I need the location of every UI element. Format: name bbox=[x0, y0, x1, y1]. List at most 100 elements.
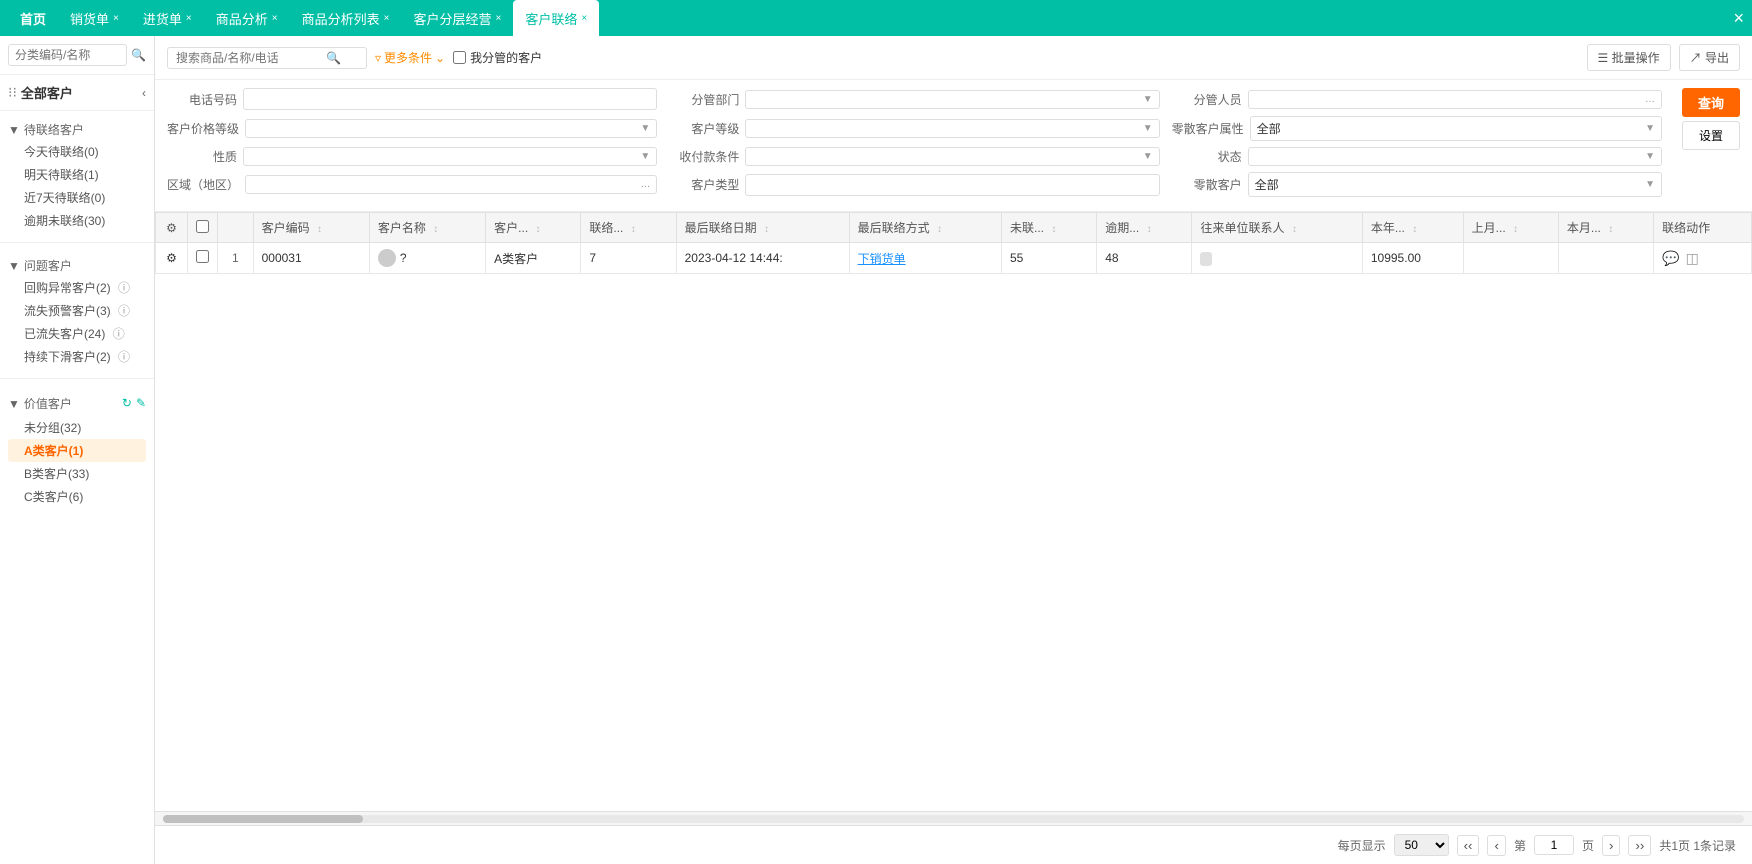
row-code[interactable]: 000031 bbox=[253, 243, 369, 274]
pagination-first-button[interactable]: ‹‹ bbox=[1457, 835, 1480, 856]
refresh-icon[interactable]: ↻ bbox=[122, 396, 132, 410]
scroll-track[interactable] bbox=[163, 815, 1744, 823]
sort-lastcontactmethod-icon[interactable]: ↕ bbox=[937, 224, 942, 235]
filter-region-input[interactable]: … bbox=[245, 175, 657, 194]
nav-productanalysislist[interactable]: 商品分析列表 × bbox=[290, 0, 402, 36]
sidebar-item-repurchase-abnormal[interactable]: 回购异常客户(2) ⓘ bbox=[8, 276, 146, 299]
customertype-input-field[interactable] bbox=[752, 178, 1152, 192]
my-customers-checkbox[interactable] bbox=[453, 51, 466, 64]
filter-customerlevel-select[interactable]: ▼ bbox=[745, 119, 1159, 138]
sidebar-search-icon[interactable]: 🔍 bbox=[131, 48, 146, 62]
sidebar-search-input[interactable] bbox=[8, 44, 127, 66]
sort-overdue-icon[interactable]: ↕ bbox=[1147, 224, 1152, 235]
nav-close-customersegment[interactable]: × bbox=[495, 13, 501, 24]
col-lastcontactmethod[interactable]: 最后联络方式 ↕ bbox=[849, 213, 1001, 243]
row-lastcontactmethod[interactable]: 下销货单 bbox=[849, 243, 1001, 274]
filter-search-icon[interactable]: 🔍 bbox=[326, 51, 341, 65]
col-code[interactable]: 客户编码 ↕ bbox=[253, 213, 369, 243]
filter-status-select[interactable]: ▼ bbox=[1248, 147, 1662, 166]
nav-close-productanalysis[interactable]: × bbox=[272, 13, 278, 24]
nav-close-customercontact[interactable]: × bbox=[581, 13, 587, 24]
filter-search-input[interactable] bbox=[176, 51, 326, 65]
col-thismonth[interactable]: 本月... ↕ bbox=[1558, 213, 1653, 243]
phone-input-field[interactable] bbox=[250, 92, 650, 106]
sort-thismonth-icon[interactable]: ↕ bbox=[1608, 224, 1613, 235]
sidebar-item-aclass[interactable]: A类客户(1) bbox=[8, 439, 146, 462]
filter-payment-select[interactable]: ▼ bbox=[745, 147, 1159, 166]
pending-group-label[interactable]: ▼ 待联络客户 bbox=[8, 117, 146, 140]
sidebar-collapse-button[interactable]: ‹ bbox=[142, 86, 146, 100]
nav-productanalysis[interactable]: 商品分析 × bbox=[204, 0, 290, 36]
filter-phone-input[interactable] bbox=[243, 88, 657, 110]
sidebar-item-churn-warning[interactable]: 流失预警客户(3) ⓘ bbox=[8, 299, 146, 322]
sort-name-icon[interactable]: ↕ bbox=[433, 224, 438, 235]
value-group-label[interactable]: ▼ 价值客户 bbox=[8, 391, 122, 414]
horizontal-scrollbar[interactable] bbox=[155, 811, 1752, 825]
sidebar-item-tomorrow[interactable]: 明天待联络(1) bbox=[8, 163, 146, 186]
settings-button[interactable]: 设置 bbox=[1682, 121, 1740, 150]
qr-icon[interactable]: ◫ bbox=[1686, 250, 1699, 267]
nav-close-productanalysislist[interactable]: × bbox=[384, 13, 390, 24]
chat-icon[interactable]: 💬 bbox=[1662, 250, 1679, 267]
select-all-checkbox[interactable] bbox=[196, 220, 209, 233]
col-level[interactable]: 客户... ↕ bbox=[486, 213, 581, 243]
filter-nature-select[interactable]: ▼ bbox=[243, 147, 657, 166]
sidebar-item-cclass[interactable]: C类客户(6) bbox=[8, 485, 146, 508]
col-lastcontactdate[interactable]: 最后联络日期 ↕ bbox=[676, 213, 849, 243]
problem-group-label[interactable]: ▼ 问题客户 bbox=[8, 253, 146, 276]
sidebar-item-declining[interactable]: 持续下滑客户(2) ⓘ bbox=[8, 345, 146, 368]
sort-level-icon[interactable]: ↕ bbox=[536, 224, 541, 235]
pagination-prev-button[interactable]: ‹ bbox=[1487, 835, 1505, 856]
nav-customersegment[interactable]: 客户分层经营 × bbox=[401, 0, 513, 36]
nav-close-salesorder[interactable]: × bbox=[113, 13, 119, 24]
row-checkbox-cell[interactable] bbox=[188, 243, 218, 274]
filter-pricelevel-select[interactable]: ▼ bbox=[245, 119, 657, 138]
query-button[interactable]: 查询 bbox=[1682, 88, 1740, 117]
sidebar-item-unclassified[interactable]: 未分组(32) bbox=[8, 416, 146, 439]
sort-thisyear-icon[interactable]: ↕ bbox=[1412, 224, 1417, 235]
batch-op-button[interactable]: ☰ 批量操作 bbox=[1587, 44, 1671, 71]
row-settings[interactable]: ⚙ bbox=[156, 243, 188, 274]
my-customers-filter[interactable]: 我分管的客户 bbox=[453, 49, 542, 66]
sort-lastmonth-icon[interactable]: ↕ bbox=[1513, 224, 1518, 235]
sort-contactcount-icon[interactable]: ↕ bbox=[631, 224, 636, 235]
sidebar-item-overdue[interactable]: 逾期未联络(30) bbox=[8, 209, 146, 232]
filter-retailcust-select[interactable]: 全部 ▼ bbox=[1248, 172, 1662, 197]
add-icon[interactable]: ✎ bbox=[136, 396, 146, 410]
nav-salesorder[interactable]: 销货单 × bbox=[58, 0, 131, 36]
nav-close-purchaseorder[interactable]: × bbox=[186, 13, 192, 24]
sort-notcontacted-icon[interactable]: ↕ bbox=[1051, 224, 1056, 235]
close-all-button[interactable]: × bbox=[1733, 8, 1744, 29]
pagination-last-button[interactable]: ›› bbox=[1628, 835, 1651, 856]
nav-home[interactable]: 首页 bbox=[8, 0, 58, 36]
col-lastmonth[interactable]: 上月... ↕ bbox=[1463, 213, 1558, 243]
filter-dept-select[interactable]: ▼ bbox=[745, 90, 1159, 109]
col-contactcount[interactable]: 联络... ↕ bbox=[581, 213, 676, 243]
more-conditions-button[interactable]: ▿ 更多条件 ⌄ bbox=[375, 49, 445, 66]
filter-person-input[interactable]: … bbox=[1248, 90, 1662, 109]
sidebar-item-churned[interactable]: 已流失客户(24) ⓘ bbox=[8, 322, 146, 345]
per-page-select[interactable]: 50 100 bbox=[1394, 834, 1449, 856]
scroll-thumb[interactable] bbox=[163, 815, 363, 823]
col-overdue[interactable]: 逾期... ↕ bbox=[1097, 213, 1192, 243]
sidebar-item-bclass[interactable]: B类客户(33) bbox=[8, 462, 146, 485]
sidebar-item-7days[interactable]: 近7天待联络(0) bbox=[8, 186, 146, 209]
pagination-next-button[interactable]: › bbox=[1602, 835, 1620, 856]
sort-contactperson-icon[interactable]: ↕ bbox=[1292, 224, 1297, 235]
col-name[interactable]: 客户名称 ↕ bbox=[369, 213, 485, 243]
sidebar-item-today[interactable]: 今天待联络(0) bbox=[8, 140, 146, 163]
last-contact-link[interactable]: 下销货单 bbox=[858, 252, 906, 266]
row-checkbox[interactable] bbox=[196, 250, 209, 263]
export-button[interactable]: ↗ 导出 bbox=[1679, 44, 1740, 71]
col-thisyear[interactable]: 本年... ↕ bbox=[1362, 213, 1463, 243]
col-checkbox[interactable] bbox=[188, 213, 218, 243]
page-number-input[interactable] bbox=[1534, 835, 1574, 855]
filter-customertype-input[interactable] bbox=[745, 174, 1159, 196]
sort-lastcontactdate-icon[interactable]: ↕ bbox=[764, 224, 769, 235]
col-contactperson[interactable]: 往来单位联系人 ↕ bbox=[1192, 213, 1362, 243]
sort-code-icon[interactable]: ↕ bbox=[317, 224, 322, 235]
col-settings[interactable]: ⚙ bbox=[156, 213, 188, 243]
nav-purchaseorder[interactable]: 进货单 × bbox=[131, 0, 204, 36]
filter-retailattr-select[interactable]: 全部 ▼ bbox=[1250, 116, 1662, 141]
nav-customercontact[interactable]: 客户联络 × bbox=[513, 0, 599, 36]
